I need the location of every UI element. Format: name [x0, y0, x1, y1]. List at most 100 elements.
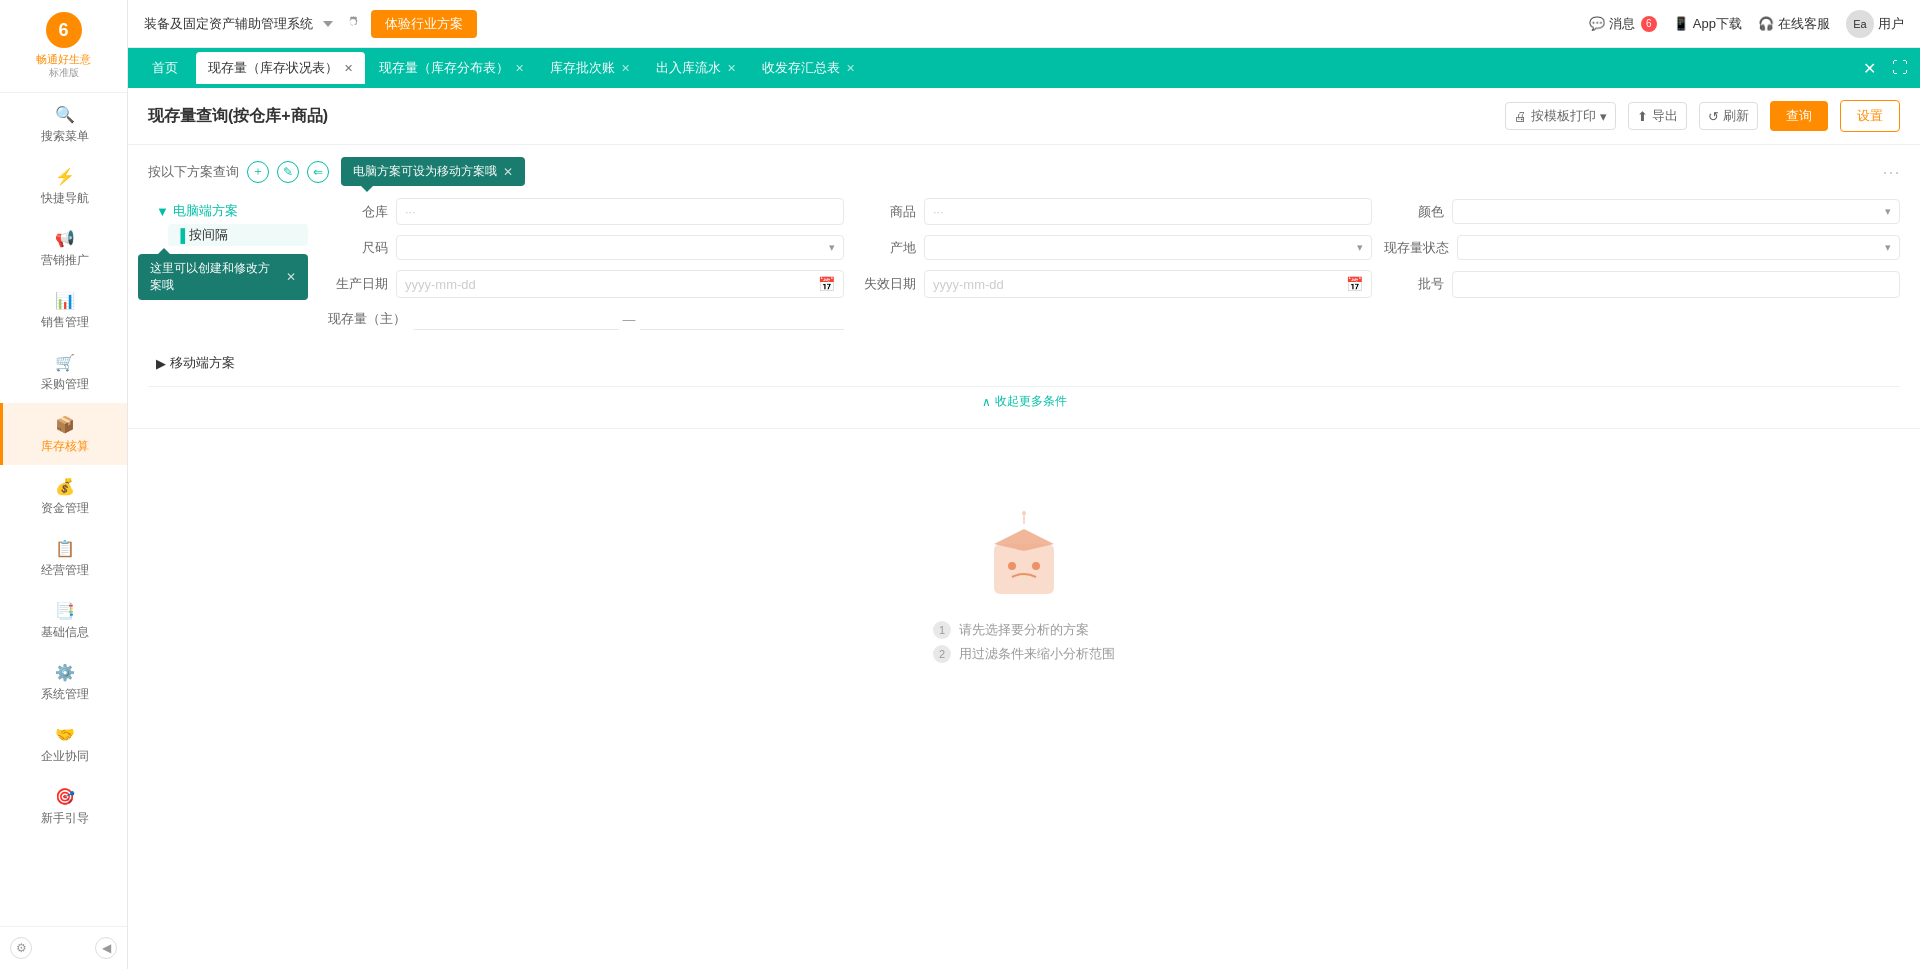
filter-cell-product: 商品 ···	[856, 198, 1372, 225]
nav-label-sales: 销售管理	[41, 314, 89, 331]
refresh-btn[interactable]: ↺ 刷新	[1699, 102, 1758, 130]
back-scheme-btn[interactable]: ⇐	[307, 161, 329, 183]
logo-badge: 标准版	[49, 66, 79, 80]
tab-home[interactable]: 首页	[136, 59, 194, 77]
user-label: 用户	[1878, 15, 1904, 33]
tab-recv-summary[interactable]: 收发存汇总表 ✕	[750, 52, 867, 84]
tooltip-text-1: 电脑方案可设为移动方案哦	[353, 163, 497, 180]
product-input[interactable]: ···	[924, 198, 1372, 225]
tab-recv-summary-close[interactable]: ✕	[846, 62, 855, 75]
svg-point-5	[1022, 511, 1026, 515]
online-support-label: 在线客服	[1778, 15, 1830, 33]
sidebar-item-inventory[interactable]: 📦 库存核算	[0, 403, 127, 465]
qty-max-input[interactable]	[640, 308, 845, 330]
settings-gear-btn[interactable]	[343, 12, 363, 35]
tab-bar: 首页 现存量（库存状况表） ✕ 现存量（库存分布表） ✕ 库存批次账 ✕ 出入库…	[128, 48, 1920, 88]
content-area: 现存量查询(按仓库+商品) 🖨 按模板打印 ▾ ⬆ 导出 ↺ 刷新	[128, 88, 1920, 969]
nav-label-system: 系统管理	[41, 686, 89, 703]
sidebar-settings-btn[interactable]: ⚙	[10, 937, 32, 959]
filter-cell-warehouse: 仓库 ···	[328, 198, 844, 225]
filter-area: 按以下方案查询 ＋ ✎ ⇐ 电脑方案可设为移动方案哦 ✕ ⋯	[128, 145, 1920, 429]
content-inner: 现存量查询(按仓库+商品) 🖨 按模板打印 ▾ ⬆ 导出 ↺ 刷新	[128, 88, 1920, 969]
pc-scheme-item[interactable]: ▼ 电脑端方案	[148, 198, 308, 224]
export-btn[interactable]: ⬆ 导出	[1628, 102, 1687, 130]
tab-inventory-dist-close[interactable]: ✕	[515, 62, 524, 75]
tab-expand-btn[interactable]: ⛶	[1888, 57, 1912, 79]
sidebar-item-guide[interactable]: ⚡ 快捷导航	[0, 155, 127, 217]
query-btn[interactable]: 查询	[1770, 101, 1828, 131]
sidebar-item-basic[interactable]: 📑 基础信息	[0, 589, 127, 651]
collapse-label: 收起更多条件	[995, 393, 1067, 410]
tab-inout-flow[interactable]: 出入库流水 ✕	[644, 52, 748, 84]
qty-label: 现存量（主）	[328, 310, 406, 328]
expire-date-placeholder: yyyy-mm-dd	[933, 277, 1004, 292]
tab-inout-flow-close[interactable]: ✕	[727, 62, 736, 75]
logo-icon: 6	[46, 12, 82, 48]
color-select[interactable]: ▾	[1452, 199, 1900, 224]
warehouse-input[interactable]: ···	[396, 198, 844, 225]
mobile-scheme-arrow: ▶	[156, 356, 166, 371]
print-label: 按模板打印	[1531, 107, 1596, 125]
filter-dots-menu[interactable]: ⋯	[1882, 161, 1900, 183]
size-select[interactable]: ▾	[396, 235, 844, 260]
origin-select[interactable]: ▾	[924, 235, 1372, 260]
guide-icon: ⚡	[54, 165, 76, 187]
operation-icon: 📋	[54, 537, 76, 559]
tab-close-all-btn[interactable]: ✕	[1859, 57, 1880, 80]
batch-no-input[interactable]	[1452, 271, 1900, 298]
sidebar-item-system[interactable]: ⚙️ 系统管理	[0, 651, 127, 713]
app-download-label: App下载	[1693, 15, 1742, 33]
sidebar-item-search[interactable]: 🔍 搜索菜单	[0, 93, 127, 155]
export-icon: ⬆	[1637, 109, 1648, 124]
tab-inventory-status-close[interactable]: ✕	[344, 62, 353, 75]
sidebar-item-enterprise[interactable]: 🤝 企业协同	[0, 713, 127, 775]
settings-btn[interactable]: 设置	[1840, 100, 1900, 132]
nav-label-enterprise: 企业协同	[41, 748, 89, 765]
sidebar-item-operation[interactable]: 📋 经营管理	[0, 527, 127, 589]
qty-min-input[interactable]	[414, 308, 619, 330]
phone-icon: 📱	[1673, 16, 1689, 31]
status-select[interactable]: ▾	[1457, 235, 1900, 260]
expire-date-input[interactable]: yyyy-mm-dd 📅	[924, 270, 1372, 298]
user-item[interactable]: Ea 用户	[1846, 10, 1904, 38]
tab-inventory-dist[interactable]: 现存量（库存分布表） ✕	[367, 52, 536, 84]
add-scheme-btn[interactable]: ＋	[247, 161, 269, 183]
sidebar-item-marketing[interactable]: 📢 营销推广	[0, 217, 127, 279]
pc-scheme-arrow: ▼	[156, 204, 169, 219]
online-support-item[interactable]: 🎧 在线客服	[1758, 15, 1830, 33]
tooltip-close-2[interactable]: ✕	[286, 270, 296, 284]
filter-cell-color: 颜色 ▾	[1384, 199, 1900, 224]
tab-inventory-status[interactable]: 现存量（库存状况表） ✕	[196, 52, 365, 84]
app-download-item[interactable]: 📱 App下载	[1673, 15, 1742, 33]
sidebar-item-purchase[interactable]: 🛒 采购管理	[0, 341, 127, 403]
header-left: 装备及固定资产辅助管理系统 体验行业方案	[144, 10, 477, 38]
produce-date-input[interactable]: yyyy-mm-dd 📅	[396, 270, 844, 298]
size-dropdown-arrow: ▾	[829, 241, 835, 254]
tab-inventory-batch[interactable]: 库存批次账 ✕	[538, 52, 642, 84]
industry-btn[interactable]: 体验行业方案	[371, 10, 477, 38]
filter-header: 按以下方案查询 ＋ ✎ ⇐ 电脑方案可设为移动方案哦 ✕ ⋯	[148, 157, 1900, 186]
mobile-scheme-item[interactable]: ▶ 移动端方案	[148, 350, 308, 376]
sidebar-item-sales[interactable]: 📊 销售管理	[0, 279, 127, 341]
sidebar: 6 畅通好生意 标准版 🔍 搜索菜单 ⚡ 快捷导航 📢 营销推广 📊 销售管理 …	[0, 0, 128, 969]
sidebar-item-finance[interactable]: 💰 资金管理	[0, 465, 127, 527]
sidebar-collapse-btn[interactable]: ◀	[95, 937, 117, 959]
expire-date-label: 失效日期	[856, 275, 916, 293]
tab-inventory-batch-close[interactable]: ✕	[621, 62, 630, 75]
empty-hint-2: 2 用过滤条件来缩小分析范围	[933, 645, 1115, 663]
pc-scheme-subitem[interactable]: ▐ 按间隔	[168, 224, 308, 246]
collapse-btn[interactable]: ∧ 收起更多条件	[148, 386, 1900, 416]
page-title: 现存量查询(按仓库+商品)	[148, 106, 328, 127]
edit-scheme-btn[interactable]: ✎	[277, 161, 299, 183]
dropdown-icon	[321, 17, 335, 31]
filter-cell-expire-date: 失效日期 yyyy-mm-dd 📅	[856, 270, 1372, 298]
filter-cell-status: 现存量状态 ▾	[1384, 235, 1900, 260]
empty-state: 1 请先选择要分析的方案 2 用过滤条件来缩小分析范围	[128, 429, 1920, 743]
sidebar-item-newbie[interactable]: 🎯 新手引导	[0, 775, 127, 837]
tooltip-close-1[interactable]: ✕	[503, 165, 513, 179]
print-btn[interactable]: 🖨 按模板打印 ▾	[1505, 102, 1616, 130]
warehouse-dots: ···	[405, 204, 416, 219]
message-item[interactable]: 💬 消息 6	[1589, 15, 1657, 33]
nav-label-finance: 资金管理	[41, 500, 89, 517]
tooltip-scheme-2: 这里可以创建和修改方案哦 ✕	[138, 254, 308, 300]
